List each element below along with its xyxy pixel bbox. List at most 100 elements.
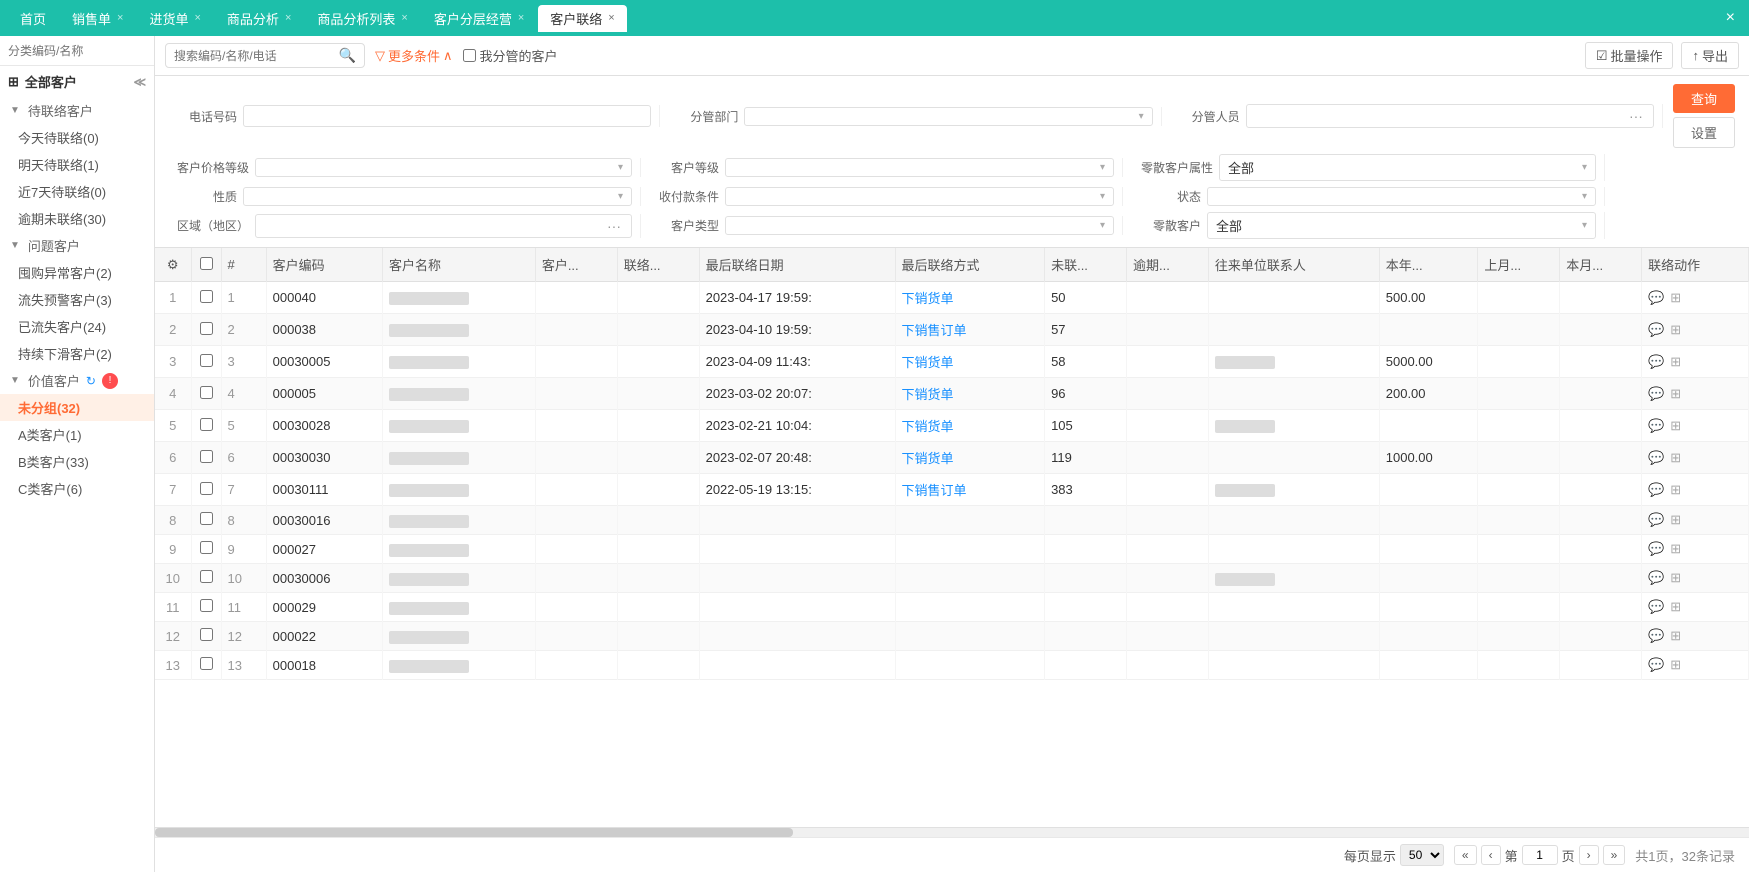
filter-payment-select[interactable]: ▾	[725, 187, 1114, 206]
chat-action-icon[interactable]: 💬	[1648, 386, 1664, 402]
filter-customer-level-select[interactable]: ▾	[725, 158, 1114, 177]
grid-action-icon[interactable]: ⊞	[1670, 354, 1681, 370]
th-settings[interactable]: ⚙	[155, 248, 191, 282]
next-page-button[interactable]: ›	[1579, 845, 1599, 865]
tab-home[interactable]: 首页	[8, 5, 58, 32]
grid-action-icon[interactable]: ⊞	[1670, 450, 1681, 466]
my-customers-checkbox[interactable]	[463, 49, 476, 62]
tab-purchase[interactable]: 进货单 ×	[137, 5, 212, 32]
last-method-link[interactable]: 下销售订单	[902, 323, 967, 338]
td-checkbox[interactable]	[191, 564, 221, 593]
filter-retail-attr-select[interactable]: 全部 ▾	[1219, 154, 1596, 181]
sidebar-item-class-b[interactable]: B类客户(33)	[0, 448, 154, 475]
last-method-link[interactable]: 下销货单	[902, 291, 954, 306]
horizontal-scrollbar[interactable]	[155, 827, 1749, 837]
chat-action-icon[interactable]: 💬	[1648, 482, 1664, 498]
tab-customer-contact[interactable]: 客户联络 ×	[538, 5, 626, 32]
close-sales-icon[interactable]: ×	[117, 12, 123, 24]
tab-analysis-list[interactable]: 商品分析列表 ×	[305, 5, 419, 32]
more-dots-region-icon[interactable]: ···	[605, 218, 623, 234]
export-button[interactable]: ↑ 导出	[1681, 42, 1739, 69]
close-all-button[interactable]: ×	[1720, 7, 1741, 29]
row-checkbox[interactable]	[200, 322, 213, 335]
more-dots-icon[interactable]: ···	[1627, 108, 1645, 124]
th-last-date[interactable]: 最后联络日期	[699, 248, 895, 282]
td-last-method[interactable]	[895, 593, 1045, 622]
sidebar-item-churn-warn[interactable]: 流失预警客户(3)	[0, 286, 154, 313]
sidebar-item-tomorrow[interactable]: 明天待联络(1)	[0, 151, 154, 178]
row-checkbox[interactable]	[200, 450, 213, 463]
page-number-input[interactable]	[1522, 845, 1558, 865]
td-checkbox[interactable]	[191, 622, 221, 651]
grid-action-icon[interactable]: ⊞	[1670, 541, 1681, 557]
sidebar-item-overdue[interactable]: 逾期未联络(30)	[0, 205, 154, 232]
row-checkbox[interactable]	[200, 570, 213, 583]
more-filters-button[interactable]: ▽ 更多条件 ∧	[375, 46, 453, 65]
page-size-select-input[interactable]: 50	[1400, 844, 1444, 866]
filter-price-level-select[interactable]: ▾	[255, 158, 632, 177]
grid-action-icon[interactable]: ⊞	[1670, 657, 1681, 673]
filter-customer-type-select[interactable]: ▾	[725, 216, 1114, 235]
td-last-method[interactable]	[895, 564, 1045, 593]
td-checkbox[interactable]	[191, 651, 221, 680]
th-checkbox[interactable]	[191, 248, 221, 282]
td-checkbox[interactable]	[191, 535, 221, 564]
grid-action-icon[interactable]: ⊞	[1670, 386, 1681, 402]
close-analysis-list-icon[interactable]: ×	[401, 12, 407, 24]
close-analysis-icon[interactable]: ×	[285, 12, 291, 24]
sidebar-item-7days[interactable]: 近7天待联络(0)	[0, 178, 154, 205]
td-last-method[interactable]: 下销货单	[895, 282, 1045, 314]
row-checkbox[interactable]	[200, 418, 213, 431]
tab-analysis[interactable]: 商品分析 ×	[215, 5, 303, 32]
row-checkbox[interactable]	[200, 628, 213, 641]
th-last-month[interactable]: 上月...	[1478, 248, 1560, 282]
row-checkbox[interactable]	[200, 482, 213, 495]
grid-action-icon[interactable]: ⊞	[1670, 599, 1681, 615]
sidebar-item-churned[interactable]: 已流失客户(24)	[0, 313, 154, 340]
td-checkbox[interactable]	[191, 506, 221, 535]
td-last-method[interactable]: 下销售订单	[895, 314, 1045, 346]
refresh-icon[interactable]: ↻	[86, 374, 96, 388]
td-last-method[interactable]: 下销货单	[895, 442, 1045, 474]
sidebar-value-header[interactable]: ▼ 价值客户 ↻ !	[0, 367, 154, 394]
last-page-button[interactable]: »	[1603, 845, 1626, 865]
sidebar-pending-header[interactable]: ▼ 待联络客户	[0, 97, 154, 124]
chat-action-icon[interactable]: 💬	[1648, 322, 1664, 338]
td-last-method[interactable]	[895, 535, 1045, 564]
sidebar-all-customers[interactable]: ⊞ 全部客户 ≪	[0, 66, 154, 97]
filter-dept-select[interactable]: ▾	[744, 107, 1152, 126]
close-customer-contact-icon[interactable]: ×	[608, 12, 614, 24]
td-checkbox[interactable]	[191, 314, 221, 346]
sidebar-item-declining[interactable]: 持续下滑客户(2)	[0, 340, 154, 367]
close-customer-mgr-icon[interactable]: ×	[518, 12, 524, 24]
sidebar-item-today[interactable]: 今天待联络(0)	[0, 124, 154, 151]
sidebar-item-class-a[interactable]: A类客户(1)	[0, 421, 154, 448]
sidebar-item-abnormal[interactable]: 囤购异常客户(2)	[0, 259, 154, 286]
td-last-method[interactable]: 下销售订单	[895, 474, 1045, 506]
th-contacts[interactable]: 往来单位联系人	[1208, 248, 1379, 282]
chat-action-icon[interactable]: 💬	[1648, 354, 1664, 370]
th-not-contacted[interactable]: 未联...	[1045, 248, 1127, 282]
td-last-method[interactable]	[895, 651, 1045, 680]
chat-action-icon[interactable]: 💬	[1648, 570, 1664, 586]
row-checkbox[interactable]	[200, 290, 213, 303]
filter-status-select[interactable]: ▾	[1207, 187, 1596, 206]
td-last-method[interactable]: 下销货单	[895, 378, 1045, 410]
tab-sales[interactable]: 销售单 ×	[60, 5, 135, 32]
select-all-checkbox[interactable]	[200, 257, 213, 270]
td-last-method[interactable]	[895, 506, 1045, 535]
th-type[interactable]: 客户...	[535, 248, 617, 282]
th-code[interactable]: 客户编码	[266, 248, 382, 282]
chat-action-icon[interactable]: 💬	[1648, 657, 1664, 673]
last-method-link[interactable]: 下销货单	[902, 387, 954, 402]
filter-region-select[interactable]: ···	[255, 214, 632, 238]
sidebar-search-input[interactable]	[8, 44, 155, 58]
grid-action-icon[interactable]: ⊞	[1670, 418, 1681, 434]
row-checkbox[interactable]	[200, 354, 213, 367]
my-customers-checkbox-label[interactable]: 我分管的客户	[463, 46, 558, 65]
reset-button[interactable]: 设置	[1673, 117, 1735, 148]
main-search-input[interactable]	[174, 49, 335, 63]
chat-action-icon[interactable]: 💬	[1648, 512, 1664, 528]
td-checkbox[interactable]	[191, 474, 221, 506]
main-search-icon[interactable]: 🔍	[339, 47, 356, 64]
